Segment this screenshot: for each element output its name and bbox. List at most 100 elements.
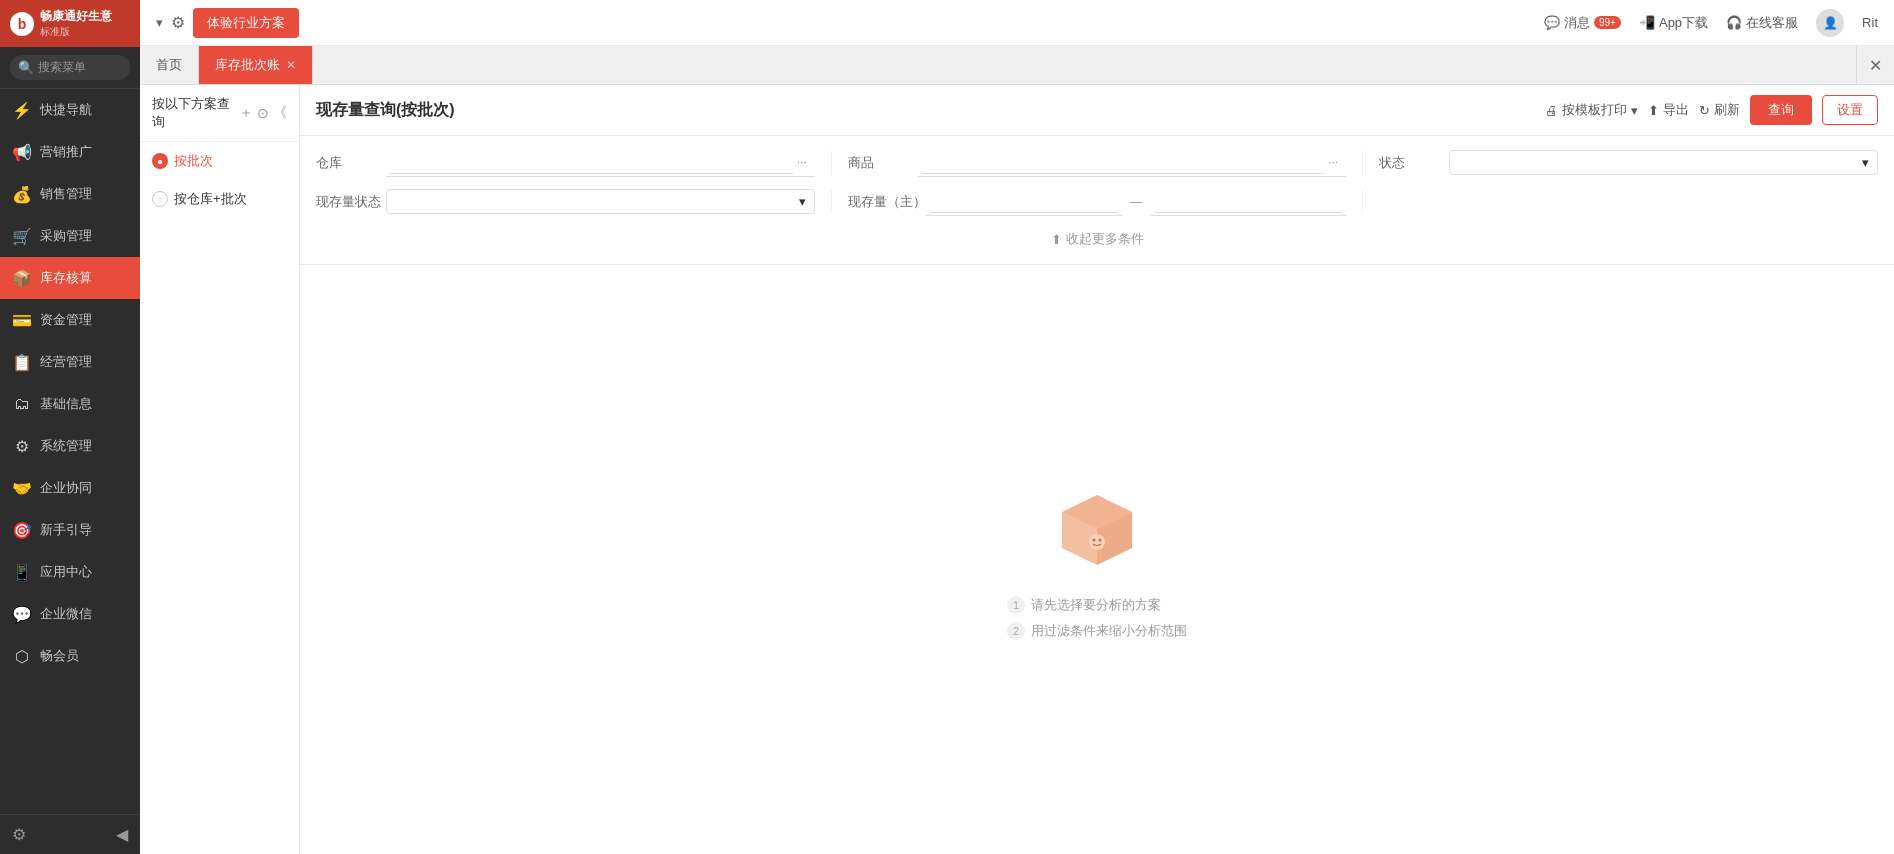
empty-illustration [1047, 480, 1147, 580]
tab-首页[interactable]: 首页 [140, 46, 199, 84]
nav-icon-finance: 💳 [12, 310, 32, 330]
nav-icon-basic: 🗂 [12, 394, 32, 414]
svg-point-4 [1089, 534, 1105, 550]
topbar-gear-icon[interactable]: ⚙ [171, 13, 185, 32]
nav-icon-sales: 💰 [12, 184, 32, 204]
nav-icon-system: ⚙ [12, 436, 32, 456]
nav-label-member: 畅会员 [40, 647, 79, 665]
search-menu-button[interactable]: 🔍 搜索菜单 [10, 55, 130, 80]
nav-icon-newguide: 🎯 [12, 520, 32, 540]
scheme-item-按仓库+批次[interactable]: ○ 按仓库+批次 [140, 180, 299, 218]
scheme-item-label: 按仓库+批次 [174, 190, 247, 208]
hint-number-1: 1 [1007, 596, 1025, 614]
status-dropdown-icon: ▾ [1862, 155, 1869, 170]
nav-icon-quicknav: ⚡ [12, 100, 32, 120]
scheme-panel-title: 按以下方案查询 [152, 95, 239, 131]
nav-icon-enterprise: 🤝 [12, 478, 32, 498]
export-button[interactable]: ⬆ 导出 [1648, 101, 1689, 119]
sidebar-item-appcenter[interactable]: 📱 应用中心 [0, 551, 140, 593]
stock-qty-dash: — [1122, 194, 1151, 209]
scheme-settings-icon[interactable]: ⊙ [257, 105, 269, 121]
warehouse-input-field[interactable] [390, 150, 793, 174]
username-label[interactable]: Rit [1862, 15, 1878, 30]
sidebar-item-quicknav[interactable]: ⚡ 快捷导航 [0, 89, 140, 131]
nav-icon-purchase: 🛒 [12, 226, 32, 246]
nav-icon-corpwechat: 💬 [12, 604, 32, 624]
app-download-button[interactable]: 📲 App下载 [1639, 14, 1708, 32]
refresh-button[interactable]: ↻ 刷新 [1699, 101, 1740, 119]
filter-area: 仓库 ··· 商品 ··· [300, 136, 1894, 265]
hint-text-1: 请先选择要分析的方案 [1031, 596, 1161, 614]
settings-icon[interactable]: ⚙ [12, 825, 26, 844]
sidebar-item-operation[interactable]: 📋 经营管理 [0, 341, 140, 383]
refresh-label: 刷新 [1714, 101, 1740, 119]
collapse-sidebar-icon[interactable]: ◀ [116, 825, 128, 844]
messages-button[interactable]: 💬 消息 99+ [1544, 14, 1621, 32]
tab-库存批次账[interactable]: 库存批次账✕ [199, 46, 313, 84]
sidebar-item-sales[interactable]: 💰 销售管理 [0, 173, 140, 215]
nav-label-system: 系统管理 [40, 437, 92, 455]
main-area: ▾ ⚙ 体验行业方案 💬 消息 99+ 📲 App下载 🎧 在线客服 👤 Rit [140, 0, 1894, 854]
warehouse-more-icon[interactable]: ··· [793, 155, 811, 169]
warehouse-label: 仓库 [316, 154, 386, 172]
scheme-list: ● 按批次 ○ 按仓库+批次 [140, 142, 299, 218]
sidebar-item-system[interactable]: ⚙ 系统管理 [0, 425, 140, 467]
scheme-panel: 按以下方案查询 ＋ ⊙ 《 ● 按批次 ○ 按仓库+批次 [140, 85, 300, 854]
stock-qty-min-input[interactable] [926, 187, 1122, 216]
trial-button[interactable]: 体验行业方案 [193, 8, 299, 38]
online-service-button[interactable]: 🎧 在线客服 [1726, 14, 1798, 32]
product-more-icon[interactable]: ··· [1324, 155, 1342, 169]
warehouse-filter: 仓库 ··· [316, 148, 815, 177]
collapse-scheme-icon[interactable]: 《 [273, 104, 287, 122]
filter-row-2: 现存量状态 ▾ 现存量（主） — [316, 187, 1878, 216]
right-content: 现存量查询(按批次) 🖨 按模板打印 ▾ ⬆ 导出 ↻ 刷新 [300, 85, 1894, 854]
empty-hint-1: 1 请先选择要分析的方案 [1007, 596, 1187, 614]
scheme-item-按批次[interactable]: ● 按批次 [140, 142, 299, 180]
sidebar-item-newguide[interactable]: 🎯 新手引导 [0, 509, 140, 551]
sidebar-item-corpwechat[interactable]: 💬 企业微信 [0, 593, 140, 635]
stock-status-select[interactable]: ▾ [386, 189, 815, 214]
sidebar-item-basic[interactable]: 🗂 基础信息 [0, 383, 140, 425]
print-icon: 🖨 [1545, 103, 1558, 118]
search-icon: 🔍 [18, 60, 34, 75]
online-service-label: 在线客服 [1746, 14, 1798, 32]
product-input[interactable]: ··· [918, 148, 1347, 177]
nav-label-sales: 销售管理 [40, 185, 92, 203]
stock-qty-max-input[interactable] [1151, 187, 1347, 216]
status-filter: 状态 ▾ [1379, 150, 1878, 175]
stock-qty-max-field[interactable] [1155, 189, 1343, 213]
nav-icon-operation: 📋 [12, 352, 32, 372]
status-label: 状态 [1379, 154, 1449, 172]
add-scheme-button[interactable]: ＋ [239, 104, 253, 122]
nav-icon-marketing: 📢 [12, 142, 32, 162]
sidebar-item-finance[interactable]: 💳 资金管理 [0, 299, 140, 341]
settings-button[interactable]: 设置 [1822, 95, 1878, 125]
sidebar-item-purchase[interactable]: 🛒 采购管理 [0, 215, 140, 257]
sidebar-item-marketing[interactable]: 📢 营销推广 [0, 131, 140, 173]
nav-label-inventory: 库存核算 [40, 269, 92, 287]
sidebar-item-member[interactable]: ⬡ 畅会员 [0, 635, 140, 677]
nav-label-finance: 资金管理 [40, 311, 92, 329]
sidebar-search-area[interactable]: 🔍 搜索菜单 [0, 47, 140, 89]
print-template-button[interactable]: 🖨 按模板打印 ▾ [1545, 101, 1638, 119]
product-label: 商品 [848, 154, 918, 172]
app-logo: b [10, 12, 34, 36]
company-name: 畅康通好生意 [40, 8, 112, 25]
print-template-label: 按模板打印 [1562, 101, 1627, 119]
collapse-filter-button[interactable]: ⬆ 收起更多条件 [316, 226, 1878, 252]
product-input-field[interactable] [922, 150, 1325, 174]
breadcrumb-dropdown[interactable]: ▾ [156, 15, 163, 30]
status-select[interactable]: ▾ [1449, 150, 1878, 175]
svg-point-5 [1093, 538, 1096, 541]
user-avatar[interactable]: 👤 [1816, 9, 1844, 37]
query-button[interactable]: 查询 [1750, 95, 1812, 125]
stock-qty-min-field[interactable] [930, 189, 1118, 213]
refresh-icon: ↻ [1699, 103, 1710, 118]
tab-close-icon[interactable]: ✕ [286, 58, 296, 72]
download-icon: 📲 [1639, 15, 1655, 30]
empty-state: 1 请先选择要分析的方案 2 用过滤条件来缩小分析范围 [1007, 480, 1187, 640]
sidebar-item-inventory[interactable]: 📦 库存核算 [0, 257, 140, 299]
warehouse-input[interactable]: ··· [386, 148, 815, 177]
close-all-tabs-button[interactable]: ✕ [1856, 46, 1894, 84]
sidebar-item-enterprise[interactable]: 🤝 企业协同 [0, 467, 140, 509]
